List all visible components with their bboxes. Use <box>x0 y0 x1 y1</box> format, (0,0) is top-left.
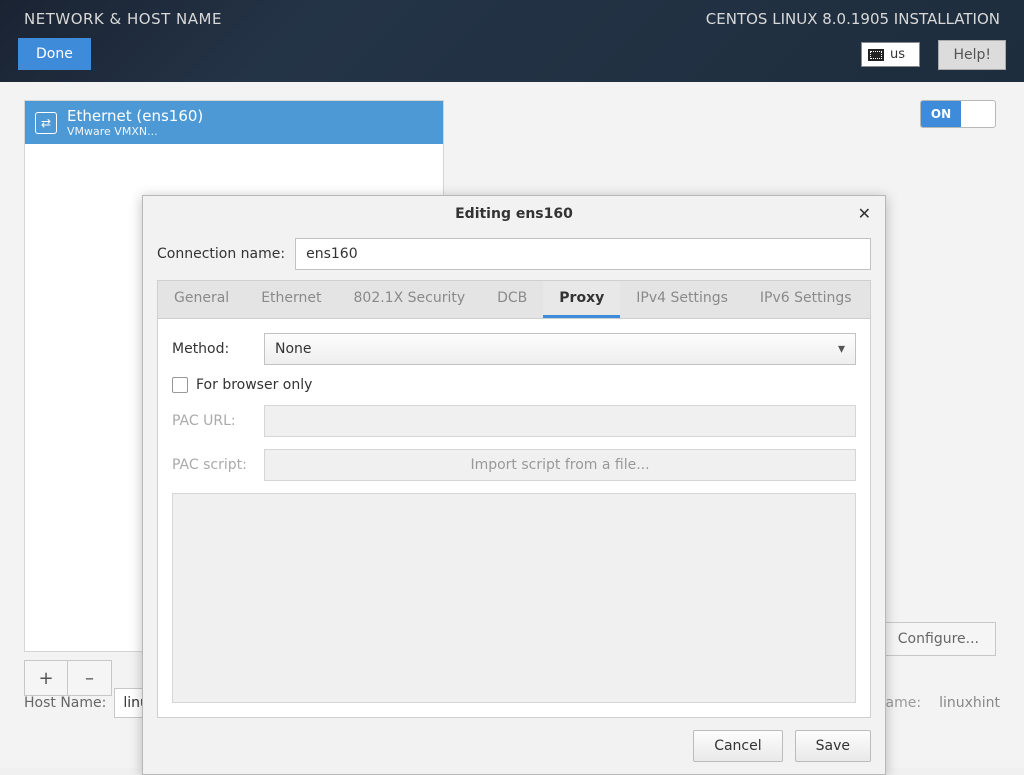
workspace: ⇄ Ethernet (ens160) VMware VMXN... + – O… <box>0 82 1024 768</box>
done-button[interactable]: Done <box>18 38 91 70</box>
tab-ethernet[interactable]: Ethernet <box>245 281 337 318</box>
current-hostname-value: linuxhint <box>939 695 1000 711</box>
pac-url-input <box>264 405 856 437</box>
top-bar: NETWORK & HOST NAME CENTOS LINUX 8.0.190… <box>0 0 1024 82</box>
pac-script-label: PAC script: <box>172 457 250 473</box>
cancel-button[interactable]: Cancel <box>693 730 782 762</box>
configure-button[interactable]: Configure... <box>881 622 996 656</box>
tab-8021x-security[interactable]: 802.1X Security <box>338 281 482 318</box>
installer-title: CENTOS LINUX 8.0.1905 INSTALLATION <box>706 10 1000 28</box>
proxy-panel: Method: None For browser only PAC URL: P… <box>157 318 871 718</box>
save-button[interactable]: Save <box>795 730 871 762</box>
dialog-title-text: Editing ens160 <box>455 206 573 222</box>
dialog-footer: Cancel Save <box>143 718 885 774</box>
toggle-on-label: ON <box>921 101 961 127</box>
interface-text: Ethernet (ens160) VMware VMXN... <box>67 107 203 138</box>
page-title: NETWORK & HOST NAME <box>24 10 222 28</box>
edit-connection-dialog: Editing ens160 ✕ Connection name: Genera… <box>142 195 886 775</box>
browser-only-label: For browser only <box>196 377 312 393</box>
connection-name-input[interactable] <box>295 238 871 270</box>
help-button[interactable]: Help! <box>938 40 1006 70</box>
tab-bar: General Ethernet 802.1X Security DCB Pro… <box>157 280 871 318</box>
hostname-label: Host Name: <box>24 695 106 711</box>
tab-ipv4-settings[interactable]: IPv4 Settings <box>620 281 744 318</box>
import-script-button: Import script from a file... <box>264 449 856 481</box>
tab-ipv6-settings[interactable]: IPv6 Settings <box>744 281 868 318</box>
tab-dcb[interactable]: DCB <box>481 281 543 318</box>
interface-row-ens160[interactable]: ⇄ Ethernet (ens160) VMware VMXN... <box>25 101 443 144</box>
keyboard-icon <box>868 49 884 61</box>
close-icon[interactable]: ✕ <box>858 204 871 223</box>
tab-general[interactable]: General <box>158 281 245 318</box>
tab-proxy[interactable]: Proxy <box>543 281 620 318</box>
pac-url-label: PAC URL: <box>172 413 250 429</box>
pac-script-textarea <box>172 493 856 703</box>
ethernet-icon: ⇄ <box>35 112 57 134</box>
method-select[interactable]: None <box>264 333 856 365</box>
browser-only-checkbox[interactable] <box>172 377 188 393</box>
dialog-title: Editing ens160 ✕ <box>143 196 885 232</box>
interface-title: Ethernet (ens160) <box>67 107 203 125</box>
keyboard-indicator[interactable]: us <box>861 42 920 67</box>
interface-subtitle: VMware VMXN... <box>67 125 203 138</box>
keyboard-layout-label: us <box>890 47 905 62</box>
connection-toggle[interactable]: ON <box>920 100 996 128</box>
connection-name-label: Connection name: <box>157 246 285 262</box>
method-label: Method: <box>172 341 250 357</box>
